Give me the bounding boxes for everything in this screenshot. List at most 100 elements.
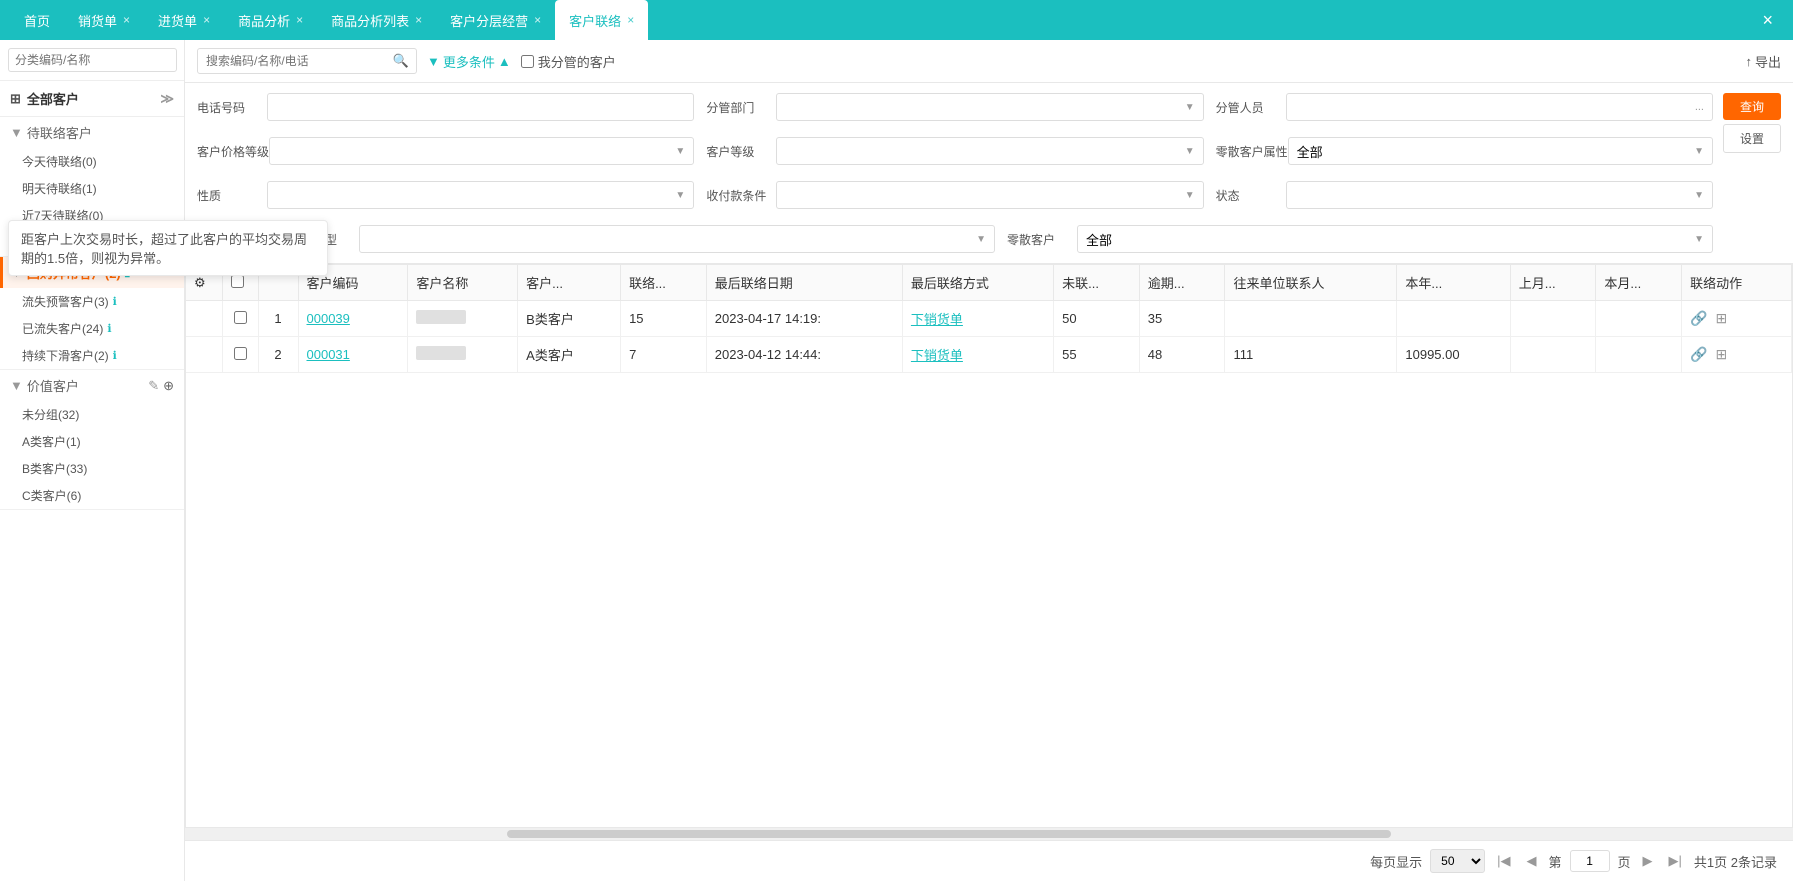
- row2-link-icon[interactable]: 🔗: [1690, 346, 1707, 363]
- nature-arrow-icon: ▼: [675, 190, 685, 201]
- filter-person-select[interactable]: ...: [1286, 93, 1713, 121]
- sidebar-section-value-title[interactable]: ▼ 价值客户 ✎ ⊕: [0, 370, 184, 401]
- nav-product-analysis-close[interactable]: ×: [296, 13, 303, 27]
- row1-settings: [186, 301, 222, 337]
- nav-sales-order-close[interactable]: ×: [123, 13, 130, 27]
- sidebar-search-input[interactable]: [8, 48, 177, 72]
- filter-status-select[interactable]: ▼: [1286, 181, 1713, 209]
- content-area: 🔍 ▼ 更多条件 ▲ 我分管的客户 ↑ 导出: [185, 40, 1793, 881]
- per-page-select[interactable]: 50 100 200: [1430, 849, 1485, 873]
- value-edit-icon[interactable]: ✎: [148, 378, 159, 394]
- filter-retail-customer-select[interactable]: 全部 ▼: [1077, 225, 1713, 253]
- query-button[interactable]: 查询: [1723, 93, 1781, 120]
- filter-price-grade-select[interactable]: ▼: [269, 137, 694, 165]
- row1-name[interactable]: [408, 301, 518, 337]
- sidebar-all-customers[interactable]: ⊞ 全部客户 ≫: [0, 81, 184, 117]
- col-header-uncontacted[interactable]: 未联...: [1054, 265, 1140, 301]
- nav-product-analysis[interactable]: 商品分析 ×: [224, 0, 317, 40]
- row1-grid-icon[interactable]: ⊞: [1716, 310, 1728, 327]
- nav-sales-order[interactable]: 销货单 ×: [64, 0, 144, 40]
- prev-page-btn[interactable]: ◀: [1523, 851, 1541, 871]
- sidebar-item-declining[interactable]: 持续下滑客户(2) ℹ: [0, 342, 184, 369]
- filter-phone-input[interactable]: [267, 93, 694, 121]
- sidebar-item-class-c[interactable]: C类客户(6): [0, 482, 184, 509]
- sidebar-section-pending-title[interactable]: ▼ 待联络客户: [0, 117, 184, 148]
- filter-dept-select[interactable]: ▼: [776, 93, 1203, 121]
- col-header-contact-person[interactable]: 往来单位联系人: [1225, 265, 1397, 301]
- nav-product-analysis-list[interactable]: 商品分析列表 ×: [317, 0, 436, 40]
- main-search-icon[interactable]: 🔍: [393, 53, 409, 69]
- row2-last-contact-date: 2023-04-12 14:44:: [706, 337, 902, 373]
- col-header-last-contact-method[interactable]: 最后联络方式: [902, 265, 1053, 301]
- sidebar-item-ungrouped[interactable]: 未分组(32): [0, 401, 184, 428]
- row2-name[interactable]: [408, 337, 518, 373]
- col-header-name[interactable]: 客户名称: [408, 265, 518, 301]
- export-button[interactable]: ↑ 导出: [1745, 52, 1781, 71]
- col-header-overdue[interactable]: 逾期...: [1139, 265, 1225, 301]
- filter-nature-select[interactable]: ▼: [267, 181, 694, 209]
- first-page-btn[interactable]: |◀: [1493, 851, 1514, 871]
- person-more-icon[interactable]: ...: [1695, 101, 1704, 113]
- sidebar-item-churn-warning[interactable]: 流失预警客户(3) ℹ: [0, 288, 184, 315]
- sidebar-item-today[interactable]: 今天待联络(0): [0, 148, 184, 175]
- more-conditions-btn[interactable]: ▼ 更多条件 ▲: [427, 52, 511, 71]
- row1-link-icon[interactable]: 🔗: [1690, 310, 1707, 327]
- nav-purchase-order[interactable]: 进货单 ×: [144, 0, 224, 40]
- filter-retail-attr-select[interactable]: 全部 ▼: [1288, 137, 1713, 165]
- table-row: 1 000039 B类客户 15 2023-04-17 14:19: 下销货单 …: [186, 301, 1792, 337]
- my-customer-checkbox[interactable]: [521, 55, 534, 68]
- row2-method-link[interactable]: 下销货单: [911, 348, 963, 363]
- nav-customer-tier-close[interactable]: ×: [534, 13, 541, 27]
- more-conditions-label: 更多条件: [443, 52, 495, 71]
- close-all-button[interactable]: ×: [1752, 10, 1783, 31]
- row2-checkbox[interactable]: [234, 347, 247, 360]
- filter-customer-grade-select[interactable]: ▼: [776, 137, 1203, 165]
- row2-last-contact-method[interactable]: 下销货单: [902, 337, 1053, 373]
- row1-overdue: 35: [1139, 301, 1225, 337]
- settings-button[interactable]: 设置: [1723, 124, 1781, 153]
- sidebar-section-value: ▼ 价值客户 ✎ ⊕ 未分组(32) A类客户(1) B类客户(33) C类客户…: [0, 370, 184, 510]
- sidebar-item-class-a[interactable]: A类客户(1): [0, 428, 184, 455]
- nav-customer-tier[interactable]: 客户分层经营 ×: [436, 0, 555, 40]
- row1-check[interactable]: [222, 301, 258, 337]
- row2-code[interactable]: 000031: [298, 337, 408, 373]
- nav-customer-contact-close[interactable]: ×: [627, 13, 634, 27]
- row1-code-link[interactable]: 000039: [307, 311, 350, 326]
- nav-product-analysis-list-close[interactable]: ×: [415, 13, 422, 27]
- row2-code-link[interactable]: 000031: [307, 347, 350, 362]
- col-header-this-month[interactable]: 本月...: [1596, 265, 1682, 301]
- row2-check[interactable]: [222, 337, 258, 373]
- value-add-icon[interactable]: ⊕: [163, 378, 174, 394]
- sidebar-collapse-btn[interactable]: ≫: [160, 91, 174, 107]
- next-page-btn[interactable]: ▶: [1639, 851, 1657, 871]
- row1-last-contact-method[interactable]: 下销货单: [902, 301, 1053, 337]
- col-header-last-month[interactable]: 上月...: [1510, 265, 1596, 301]
- last-page-btn[interactable]: ▶|: [1665, 851, 1686, 871]
- row2-grid-icon[interactable]: ⊞: [1716, 346, 1728, 363]
- col-header-this-year[interactable]: 本年...: [1397, 265, 1510, 301]
- main-search-input[interactable]: [197, 48, 417, 74]
- horizontal-scrollbar[interactable]: [185, 828, 1793, 840]
- scrollbar-thumb[interactable]: [507, 830, 1391, 838]
- col-header-last-contact-date[interactable]: 最后联络日期: [706, 265, 902, 301]
- row1-code[interactable]: 000039: [298, 301, 408, 337]
- sidebar-item-class-b[interactable]: B类客户(33): [0, 455, 184, 482]
- select-all-checkbox[interactable]: [231, 275, 244, 288]
- top-nav-bar: 首页 销货单 × 进货单 × 商品分析 × 商品分析列表 × 客户分层经营 × …: [0, 0, 1793, 40]
- section-value-label: 价值客户: [27, 376, 79, 395]
- filter-customer-type-select[interactable]: ▼: [359, 225, 995, 253]
- sidebar-item-churned[interactable]: 已流失客户(24) ℹ: [0, 315, 184, 342]
- status-arrow-icon: ▼: [1694, 190, 1704, 201]
- nav-customer-contact[interactable]: 客户联络 ×: [555, 0, 648, 40]
- nav-home[interactable]: 首页: [10, 0, 64, 40]
- col-header-contact-count[interactable]: 联络...: [621, 265, 707, 301]
- row1-checkbox[interactable]: [234, 311, 247, 324]
- sidebar-item-tomorrow[interactable]: 明天待联络(1): [0, 175, 184, 202]
- current-page-input[interactable]: [1570, 850, 1610, 872]
- filter-customer-grade: 客户等级 ▼: [706, 137, 1203, 165]
- row1-this-month: [1596, 301, 1682, 337]
- filter-payment-select[interactable]: ▼: [776, 181, 1203, 209]
- nav-purchase-order-close[interactable]: ×: [203, 13, 210, 27]
- col-header-category[interactable]: 客户...: [518, 265, 621, 301]
- row1-method-link[interactable]: 下销货单: [911, 312, 963, 327]
